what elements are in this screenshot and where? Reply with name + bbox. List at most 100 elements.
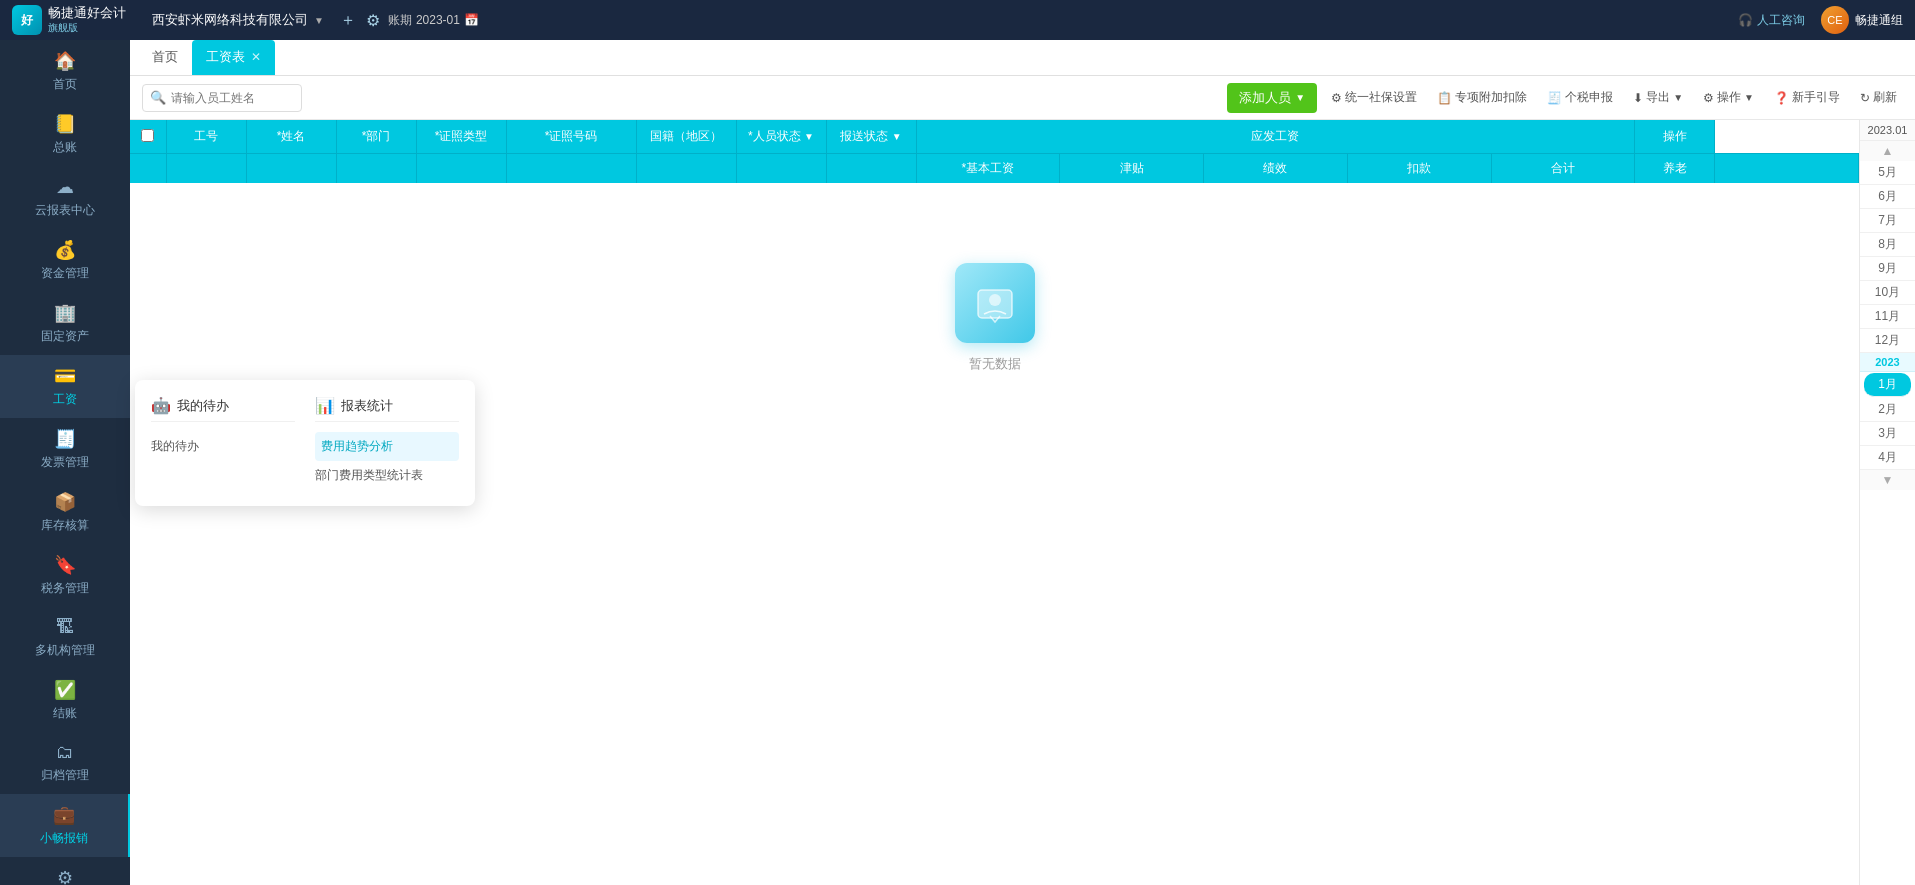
search-wrapper: 🔍 xyxy=(142,84,302,112)
popup-item-dept-expense[interactable]: 部门费用类型统计表 xyxy=(315,461,459,490)
tab-salary[interactable]: 工资表 ✕ xyxy=(192,40,275,75)
empty-icon xyxy=(955,263,1035,343)
special-deduct-icon: 📋 xyxy=(1437,91,1452,105)
top-bar: 好 畅捷通好会计 旗舰版 西安虾米网络科技有限公司 ▼ ＋ ⚙ 账期 2023-… xyxy=(0,0,1915,40)
deduct-subheader: 扣款 xyxy=(1347,154,1491,184)
user-info[interactable]: CE 畅捷通组 xyxy=(1821,6,1903,34)
inventory-icon: 📦 xyxy=(54,491,76,513)
multi-org-icon: 🏗 xyxy=(56,617,74,638)
timeline-month-12[interactable]: 12月 xyxy=(1860,329,1915,353)
timeline-month-8[interactable]: 8月 xyxy=(1860,233,1915,257)
popup-col-report: 📊 报表统计 费用趋势分析 部门费用类型统计表 xyxy=(315,396,459,490)
account-period: 账期 2023-01 📅 xyxy=(388,12,479,29)
company-selector[interactable]: 西安虾米网络科技有限公司 ▼ xyxy=(152,11,324,29)
service-button[interactable]: 🎧 人工咨询 xyxy=(1738,12,1805,29)
company-name: 西安虾米网络科技有限公司 xyxy=(152,11,308,29)
cloud-report-icon: ☁ xyxy=(56,176,74,198)
add-person-button[interactable]: 添加人员 ▼ xyxy=(1227,83,1317,113)
archive-mgmt-icon: 🗂 xyxy=(56,742,74,763)
tax-report-btn[interactable]: 🧾 个税申报 xyxy=(1541,84,1619,112)
checkout-icon: ✅ xyxy=(54,679,76,701)
timeline-month-1[interactable]: 1月 xyxy=(1864,373,1911,397)
sidebar-label-fund-mgmt: 资金管理 xyxy=(41,265,89,282)
sidebar-item-inventory[interactable]: 📦 库存核算 xyxy=(0,481,130,544)
sidebar-label-inventory: 库存核算 xyxy=(41,517,89,534)
add-icon-btn[interactable]: ＋ xyxy=(340,10,356,31)
timeline-month-6[interactable]: 6月 xyxy=(1860,185,1915,209)
sidebar: 🏠 首页 📒 总账 ☁ 云报表中心 💰 资金管理 🏢 固定资产 💳 工资 🧾 发… xyxy=(0,40,130,885)
sidebar-item-cloud-report[interactable]: ☁ 云报表中心 xyxy=(0,166,130,229)
sidebar-label-cloud-report: 云报表中心 xyxy=(35,202,95,219)
sidebar-item-tax-mgmt[interactable]: 🔖 税务管理 xyxy=(0,544,130,607)
popup-col-my-todo: 🤖 我的待办 我的待办 xyxy=(151,396,295,490)
sidebar-item-home[interactable]: 🏠 首页 xyxy=(0,40,130,103)
logo-area: 好 畅捷通好会计 旗舰版 xyxy=(12,5,142,35)
top-bar-actions: ＋ ⚙ xyxy=(340,10,380,31)
timeline-month-5[interactable]: 5月 xyxy=(1860,161,1915,185)
timeline-month-2[interactable]: 2月 xyxy=(1860,398,1915,422)
sidebar-item-fixed-assets[interactable]: 🏢 固定资产 xyxy=(0,292,130,355)
sidebar-item-archive-mgmt[interactable]: 🗂 归档管理 xyxy=(0,732,130,794)
sidebar-item-salary[interactable]: 💳 工资 xyxy=(0,355,130,418)
ledger-icon: 📒 xyxy=(54,113,76,135)
sidebar-item-ledger[interactable]: 📒 总账 xyxy=(0,103,130,166)
payable-header: 应发工资 xyxy=(916,120,1635,154)
operation-btn[interactable]: ⚙ 操作 ▼ xyxy=(1697,84,1760,112)
company-chevron-icon: ▼ xyxy=(314,15,324,26)
popup-item-my-todo[interactable]: 我的待办 xyxy=(151,432,295,461)
id-type-header: *证照类型 xyxy=(416,120,506,154)
export-btn[interactable]: ⬇ 导出 ▼ xyxy=(1627,84,1689,112)
tab-home[interactable]: 首页 xyxy=(138,40,192,75)
social-insurance-icon: ⚙ xyxy=(1331,91,1342,105)
invoice-mgmt-icon: 🧾 xyxy=(54,428,76,450)
export-icon: ⬇ xyxy=(1633,91,1643,105)
sidebar-item-fund-mgmt[interactable]: 💰 资金管理 xyxy=(0,229,130,292)
operation-chevron-icon: ▼ xyxy=(1744,92,1754,103)
toolbar: 🔍 添加人员 ▼ ⚙ 统一社保设置 📋 专项附加扣除 🧾 个税申报 ⬇ xyxy=(130,76,1915,120)
tax-mgmt-icon: 🔖 xyxy=(54,554,76,576)
timeline-month-9[interactable]: 9月 xyxy=(1860,257,1915,281)
timeline-scroll-up[interactable]: ▲ xyxy=(1860,141,1915,161)
tab-bar: 首页 工资表 ✕ xyxy=(130,40,1915,76)
timeline-scroll-down[interactable]: ▼ xyxy=(1860,470,1915,490)
sidebar-item-expense[interactable]: 💼 小畅报销 xyxy=(0,794,130,857)
bonus-subheader: 绩效 xyxy=(1204,154,1348,184)
sidebar-label-salary: 工资 xyxy=(53,391,77,408)
refresh-btn[interactable]: ↻ 刷新 xyxy=(1854,84,1903,112)
timeline-month-7[interactable]: 7月 xyxy=(1860,209,1915,233)
name-header: *姓名 xyxy=(246,120,336,154)
settings-icon-btn[interactable]: ⚙ xyxy=(366,11,380,30)
sidebar-label-checkout: 结账 xyxy=(53,705,77,722)
status-filter-icon[interactable]: ▼ xyxy=(804,131,814,142)
popup-item-expense-trend[interactable]: 费用趋势分析 xyxy=(315,432,459,461)
sidebar-item-invoice-mgmt[interactable]: 🧾 发票管理 xyxy=(0,418,130,481)
popup-menu: 🤖 我的待办 我的待办 📊 报表统计 费用趋势分析 部门费用类型统计表 xyxy=(135,380,475,506)
select-all-checkbox[interactable] xyxy=(141,129,154,142)
svg-point-1 xyxy=(989,294,1001,306)
operation-icon: ⚙ xyxy=(1703,91,1714,105)
sidebar-item-basic-settings[interactable]: ⚙ 基础设置 xyxy=(0,857,130,885)
send-status-filter-icon[interactable]: ▼ xyxy=(892,131,902,142)
export-chevron-icon: ▼ xyxy=(1673,92,1683,103)
timeline-year-2023: 2023 xyxy=(1860,353,1915,372)
special-deduct-btn[interactable]: 📋 专项附加扣除 xyxy=(1431,84,1533,112)
social-insurance-btn[interactable]: ⚙ 统一社保设置 xyxy=(1325,84,1423,112)
sidebar-label-ledger: 总账 xyxy=(53,139,77,156)
dept-header: *部门 xyxy=(336,120,416,154)
timeline-month-4[interactable]: 4月 xyxy=(1860,446,1915,470)
newbie-guide-btn[interactable]: ❓ 新手引导 xyxy=(1768,84,1846,112)
timeline-month-3[interactable]: 3月 xyxy=(1860,422,1915,446)
sidebar-item-checkout[interactable]: ✅ 结账 xyxy=(0,669,130,732)
checkbox-header[interactable] xyxy=(130,120,166,154)
robot-icon: 🤖 xyxy=(151,396,171,415)
search-input[interactable] xyxy=(142,84,302,112)
tab-close-icon[interactable]: ✕ xyxy=(251,50,261,64)
fund-mgmt-icon: 💰 xyxy=(54,239,76,261)
timeline-month-10[interactable]: 10月 xyxy=(1860,281,1915,305)
sidebar-label-tax-mgmt: 税务管理 xyxy=(41,580,89,597)
salary-table: 工号 *姓名 *部门 *证照类型 *证照号码 国籍（地区） *人员状态 ▼ xyxy=(130,120,1859,183)
sidebar-item-multi-org[interactable]: 🏗 多机构管理 xyxy=(0,607,130,669)
timeline-month-11[interactable]: 11月 xyxy=(1860,305,1915,329)
sidebar-label-multi-org: 多机构管理 xyxy=(35,642,95,659)
timeline-header: 2023.01 xyxy=(1860,120,1915,141)
